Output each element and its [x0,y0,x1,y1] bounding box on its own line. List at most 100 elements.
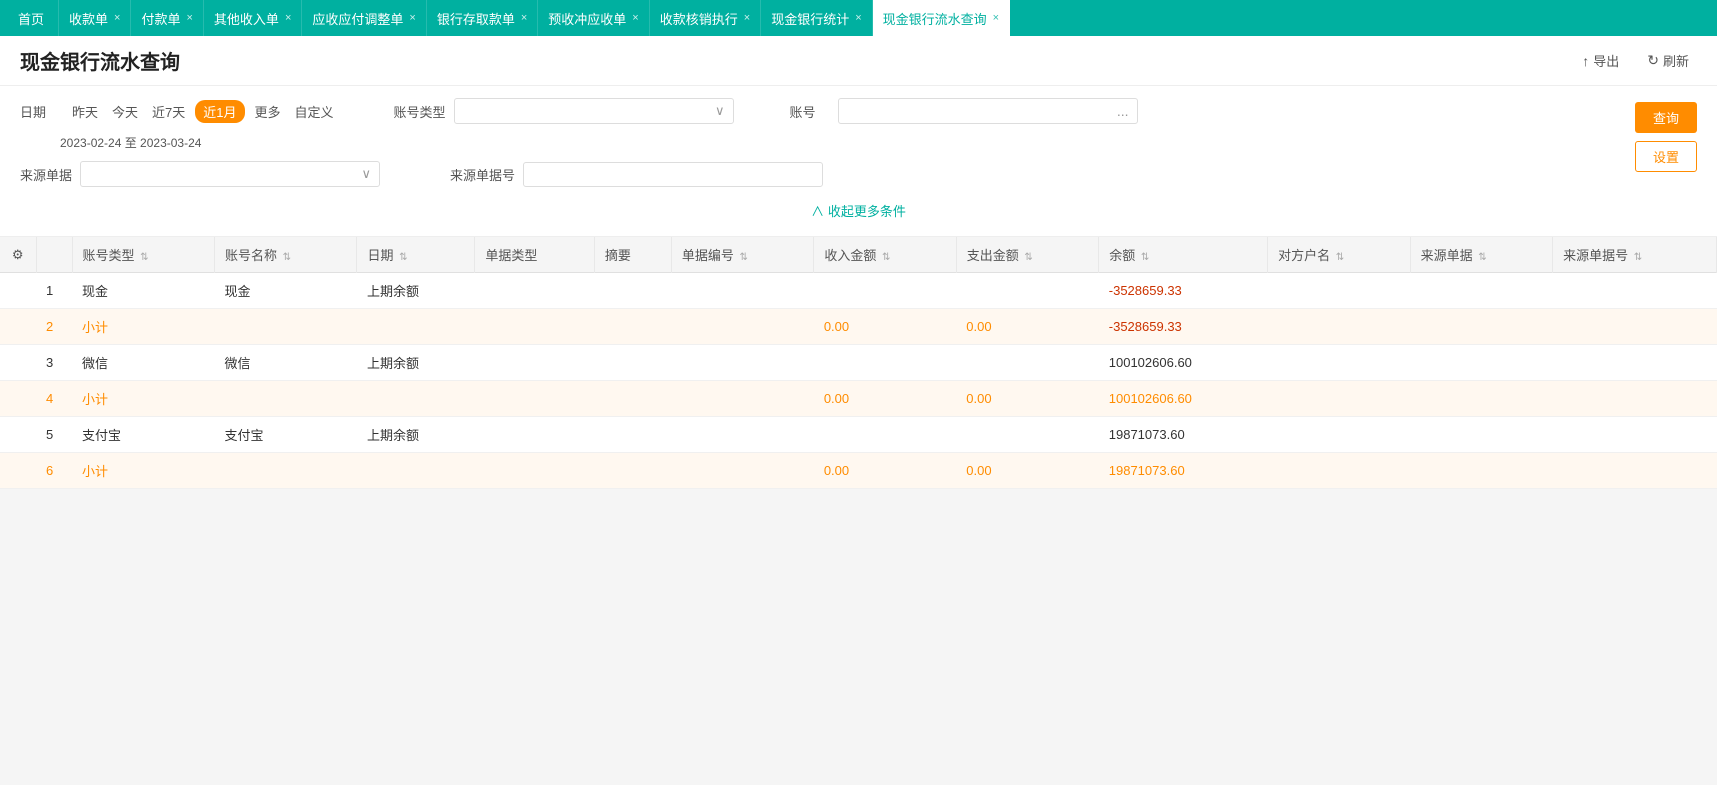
nav-cash-bank-flow-close[interactable]: × [993,12,999,24]
row-income [814,417,956,453]
nav-home[interactable]: 首页 [4,0,59,36]
row-doc-type [475,273,595,309]
row-summary [594,345,671,381]
nav-other-income[interactable]: 其他收入单 × [204,0,302,36]
export-icon: ↑ [1582,53,1589,69]
row-account-type: 小计 [72,309,214,345]
row-counterpart [1268,453,1410,489]
col-balance[interactable]: 余额 ⇅ [1099,237,1268,273]
nav-collection-exec[interactable]: 收款核销执行 × [650,0,761,36]
nav-payments[interactable]: 付款单 × [131,0,203,36]
date-shortcuts: 昨天 今天 近7天 近1月 更多 自定义 [68,100,338,123]
nav-other-income-close[interactable]: × [285,12,291,24]
source-doc-chevron-icon: ∨ [362,166,372,182]
collapse-label: 收起更多条件 [828,204,906,219]
col-income[interactable]: 收入金额 ⇅ [814,237,956,273]
query-button[interactable]: 查询 [1635,102,1697,133]
date-btn-more[interactable]: 更多 [251,100,285,123]
refresh-button[interactable]: ↻ 刷新 [1639,47,1697,74]
row-balance: 100102606.60 [1099,345,1268,381]
nav-payments-close[interactable]: × [186,12,192,24]
nav-advance-offset-label: 预收冲应收单 [548,9,626,28]
source-doc-filter-group: 来源单据 ∨ [20,161,380,187]
account-dots-icon[interactable]: ... [1117,103,1129,119]
row-source-doc-no [1553,381,1717,417]
account-type-label: 账号类型 [394,102,446,121]
page-header: 现金银行流水查询 ↑ 导出 ↻ 刷新 [0,36,1717,86]
row-doc-no [671,345,813,381]
row-expense [956,345,1098,381]
refresh-icon: ↻ [1647,52,1659,69]
col-expense[interactable]: 支出金额 ⇅ [956,237,1098,273]
date-btn-yesterday[interactable]: 昨天 [68,100,102,123]
export-button[interactable]: ↑ 导出 [1574,47,1627,74]
filter-area: 日期 昨天 今天 近7天 近1月 更多 自定义 账号类型 ∨ [0,86,1717,237]
nav-collection-exec-close[interactable]: × [744,12,750,24]
col-account-name[interactable]: 账号名称 ⇅ [214,237,356,273]
nav-cash-bank-stats-close[interactable]: × [855,12,861,24]
col-doc-no[interactable]: 单据编号 ⇅ [671,237,813,273]
refresh-label: 刷新 [1663,51,1689,70]
nav-cash-bank-flow-label: 现金银行流水查询 [883,9,987,28]
nav-ap-ar-adjust-close[interactable]: × [409,12,415,24]
col-index [36,237,72,273]
col-source-doc[interactable]: 来源单据 ⇅ [1410,237,1552,273]
nav-bank-deposit-close[interactable]: × [521,12,527,24]
date-btn-custom[interactable]: 自定义 [291,100,338,123]
col-doc-type: 单据类型 [475,237,595,273]
nav-bank-deposit-label: 银行存取款单 [437,9,515,28]
row-doc-type [475,381,595,417]
nav-ap-ar-adjust[interactable]: 应收应付调整单 × [302,0,426,36]
account-input[interactable]: ... [838,98,1138,124]
row-account-name: 微信 [214,345,356,381]
nav-advance-offset-close[interactable]: × [632,12,638,24]
source-doc-no-input[interactable] [523,162,823,187]
nav-bank-deposit[interactable]: 银行存取款单 × [427,0,538,36]
row-account-name: 现金 [214,273,356,309]
source-doc-select[interactable]: ∨ [80,161,380,187]
nav-cash-bank-stats[interactable]: 现金银行统计 × [761,0,872,36]
row-counterpart [1268,273,1410,309]
top-navigation: 首页 收款单 × 付款单 × 其他收入单 × 应收应付调整单 × 银行存取款单 … [0,0,1717,36]
row-account-type: 支付宝 [72,417,214,453]
date-btn-7days[interactable]: 近7天 [148,100,189,123]
row-account-type: 小计 [72,453,214,489]
col-gear[interactable]: ⚙ [0,237,36,273]
header-actions: ↑ 导出 ↻ 刷新 [1574,47,1697,74]
date-btn-1month[interactable]: 近1月 [195,100,244,123]
row-date: 上期余额 [357,273,475,309]
date-filter-group: 日期 昨天 今天 近7天 近1月 更多 自定义 [20,100,338,123]
row-source-doc-no [1553,273,1717,309]
nav-receipts[interactable]: 收款单 × [59,0,131,36]
row-expense: 0.00 [956,381,1098,417]
row-counterpart [1268,417,1410,453]
collapse-bar[interactable]: ∧ 收起更多条件 [20,197,1697,224]
col-source-doc-no[interactable]: 来源单据号 ⇅ [1553,237,1717,273]
date-range-display: 2023-02-24 至 2023-03-24 [60,136,201,150]
col-summary: 摘要 [594,237,671,273]
nav-cash-bank-flow[interactable]: 现金银行流水查询 × [873,0,1010,36]
row-source-doc-no [1553,453,1717,489]
row-doc-no [671,273,813,309]
row-account-type: 微信 [72,345,214,381]
date-btn-today[interactable]: 今天 [108,100,142,123]
collapse-up-icon: ∧ [811,204,824,219]
table-row: 2小计0.000.00-3528659.33 [0,309,1717,345]
row-doc-no [671,381,813,417]
account-type-select[interactable]: ∨ [454,98,734,124]
col-date[interactable]: 日期 ⇅ [357,237,475,273]
nav-receipts-close[interactable]: × [114,12,120,24]
settings-button[interactable]: 设置 [1635,141,1697,172]
row-doc-no [671,309,813,345]
col-account-type[interactable]: 账号类型 ⇅ [72,237,214,273]
row-account-name [214,309,356,345]
row-income: 0.00 [814,381,956,417]
nav-receipts-label: 收款单 [69,9,108,28]
nav-collection-exec-label: 收款核销执行 [660,9,738,28]
page-title: 现金银行流水查询 [20,46,180,75]
nav-home-label: 首页 [18,9,44,28]
row-date [357,309,475,345]
nav-advance-offset[interactable]: 预收冲应收单 × [538,0,649,36]
row-source-doc-no [1553,417,1717,453]
col-counterpart[interactable]: 对方户名 ⇅ [1268,237,1410,273]
